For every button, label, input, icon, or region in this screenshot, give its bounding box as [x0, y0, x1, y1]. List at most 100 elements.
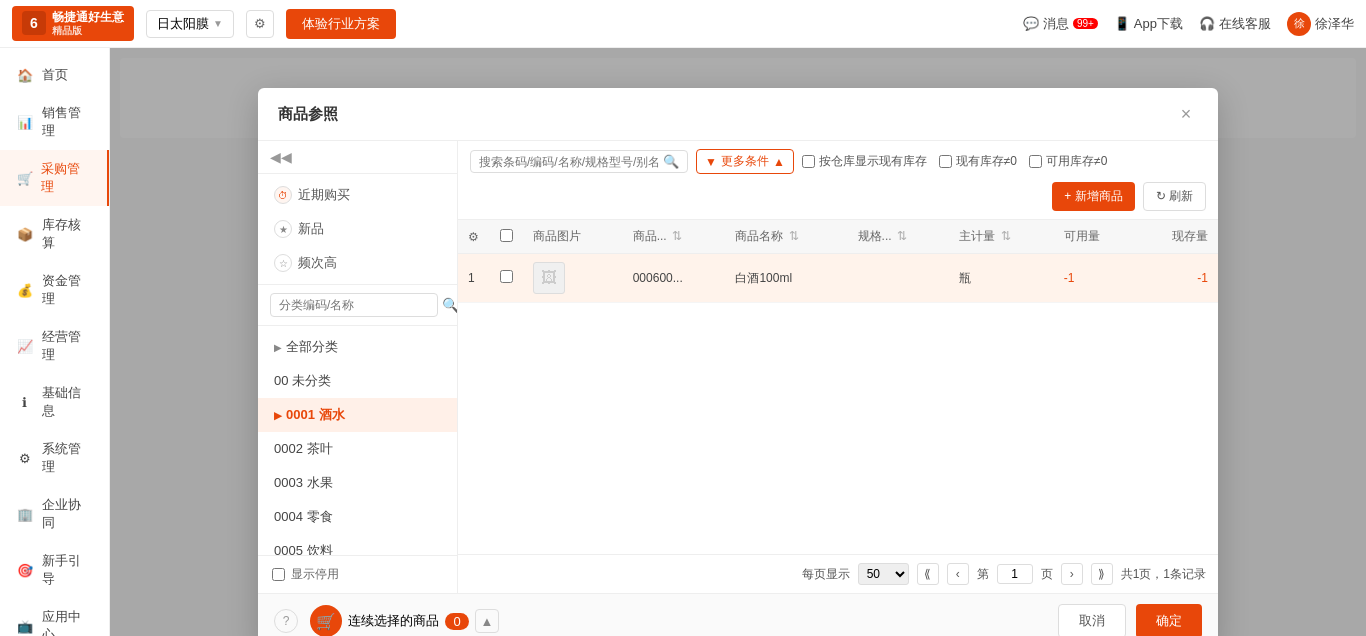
first-page-btn[interactable]: ⟪ — [917, 563, 939, 585]
sidebar-label-home: 首页 — [42, 66, 68, 84]
check-current-stock-input[interactable] — [939, 155, 952, 168]
inventory-icon: 📦 — [16, 225, 34, 243]
dialog-nav-frequent[interactable]: ☆ 频次高 — [258, 246, 457, 280]
sidebar-item-inventory[interactable]: 📦 库存核算 — [0, 206, 109, 262]
sidebar-label-finance: 资金管理 — [42, 272, 93, 308]
check-warehouse-stock-input[interactable] — [802, 155, 815, 168]
category-unclassified[interactable]: 00 未分类 — [258, 364, 457, 398]
row-checkbox[interactable] — [500, 270, 513, 283]
nav-app-download[interactable]: 📱 App下载 — [1114, 15, 1183, 33]
check-warehouse-stock-label: 按仓库显示现有库存 — [819, 153, 927, 170]
nav-recent-label: 近期购买 — [298, 186, 350, 204]
sort-icon-code: ⇅ — [672, 229, 682, 243]
sidebar-item-home[interactable]: 🏠 首页 — [0, 56, 109, 94]
dialog-right-panel: 🔍 ▼ 更多条件 ▲ 按仓库显示现有库存 — [458, 141, 1218, 593]
pagination: 每页显示 50 10 20 100 ⟪ ‹ 第 页 — [458, 554, 1218, 593]
refresh-btn[interactable]: ↻ 刷新 — [1143, 182, 1206, 211]
category-all[interactable]: ▶ 全部分类 — [258, 330, 457, 364]
cancel-button[interactable]: 取消 — [1058, 604, 1126, 636]
logo: 6 畅捷通好生意 精品版 — [12, 6, 134, 40]
category-tea-label: 0002 茶叶 — [274, 440, 333, 458]
th-unit[interactable]: 主计量 ⇅ — [949, 220, 1054, 254]
nav-online-service[interactable]: 🎧 在线客服 — [1199, 15, 1271, 33]
category-fruit[interactable]: 0003 水果 — [258, 466, 457, 500]
cart-icon-button[interactable]: 🛒 — [310, 605, 342, 636]
category-beverage[interactable]: 0005 饮料 — [258, 534, 457, 555]
logo-text: 畅捷通好生意 — [52, 10, 124, 24]
sidebar-item-management[interactable]: 📈 经营管理 — [0, 318, 109, 374]
check-available-stock[interactable]: 可用库存≠0 — [1029, 153, 1107, 170]
sidebar-label-inventory: 库存核算 — [42, 216, 93, 252]
clock-icon: ⏱ — [274, 186, 292, 204]
dialog-close-button[interactable]: × — [1174, 102, 1198, 126]
category-snack-label: 0004 零食 — [274, 508, 333, 526]
sidebar-item-finance[interactable]: 💰 资金管理 — [0, 262, 109, 318]
table-row[interactable]: 1 🖼 000600... 白酒100ml 瓶 — [458, 254, 1218, 303]
experience-btn[interactable]: 体验行业方案 — [286, 9, 396, 39]
topnav: 6 畅捷通好生意 精品版 日太阳膜 ▼ ⚙ 体验行业方案 💬 消息 99+ 📱 … — [0, 0, 1366, 48]
cart-count-badge: 0 — [445, 613, 469, 630]
th-settings[interactable]: ⚙ — [458, 220, 490, 254]
sidebar-label-management: 经营管理 — [42, 328, 93, 364]
sidebar-item-guide[interactable]: 🎯 新手引导 — [0, 542, 109, 598]
prev-page-btn[interactable]: ‹ — [947, 563, 969, 585]
th-check[interactable] — [490, 220, 523, 254]
search-icon[interactable]: 🔍 — [663, 154, 679, 169]
category-snack[interactable]: 0004 零食 — [258, 500, 457, 534]
collapse-left-icon[interactable]: ◀◀ — [270, 149, 292, 165]
app-download-label: App下载 — [1134, 15, 1183, 33]
dialog-title: 商品参照 — [278, 105, 338, 124]
system-icon: ⚙ — [16, 449, 34, 467]
th-name[interactable]: 商品名称 ⇅ — [725, 220, 847, 254]
dialog-toolbar: 🔍 ▼ 更多条件 ▲ 按仓库显示现有库存 — [458, 141, 1218, 220]
product-dialog: 商品参照 × ◀◀ ⏱ 近期购买 — [258, 88, 1218, 636]
category-search-input[interactable] — [270, 293, 438, 317]
message-icon: 💬 — [1023, 16, 1039, 31]
content-area: 商品参照 × ◀◀ ⏱ 近期购买 — [110, 48, 1366, 636]
next-page-btn[interactable]: › — [1061, 563, 1083, 585]
filter-collapse-icon: ▲ — [773, 155, 785, 169]
last-page-btn[interactable]: ⟫ — [1091, 563, 1113, 585]
sidebar-item-purchase[interactable]: 🛒 采购管理 — [0, 150, 109, 206]
category-search-icon[interactable]: 🔍 — [442, 297, 458, 313]
product-search-input[interactable] — [479, 155, 659, 169]
settings-gear-icon[interactable]: ⚙ — [246, 10, 274, 38]
help-button[interactable]: ? — [274, 609, 298, 633]
confirm-button[interactable]: 确定 — [1136, 604, 1202, 636]
category-liquor[interactable]: ▶ 0001 酒水 — [258, 398, 457, 432]
nav-messages[interactable]: 💬 消息 99+ — [1023, 15, 1098, 33]
check-available-stock-input[interactable] — [1029, 155, 1042, 168]
sidebar-item-sales[interactable]: 📊 销售管理 — [0, 94, 109, 150]
category-tea[interactable]: 0002 茶叶 — [258, 432, 457, 466]
cell-available: -1 — [1054, 254, 1136, 303]
enterprise-icon: 🏢 — [16, 505, 34, 523]
page-size-select[interactable]: 50 10 20 100 — [858, 563, 909, 585]
product-table-wrap: ⚙ 商品图片 商品... ⇅ 商品名称 ⇅ 规格... ⇅ 主计量 ⇅ 可用量 — [458, 220, 1218, 554]
th-code[interactable]: 商品... ⇅ — [623, 220, 726, 254]
sidebar-item-apps[interactable]: 📺 应用中心 — [0, 598, 109, 636]
sidebar-item-system[interactable]: ⚙ 系统管理 — [0, 430, 109, 486]
cart-collapse-btn[interactable]: ▲ — [475, 609, 499, 633]
dialog-nav-recent[interactable]: ⏱ 近期购买 — [258, 178, 457, 212]
more-filter-btn[interactable]: ▼ 更多条件 ▲ — [696, 149, 794, 174]
filter-label: 更多条件 — [721, 153, 769, 170]
nav-dropdown[interactable]: 日太阳膜 ▼ — [146, 10, 234, 38]
check-current-stock[interactable]: 现有库存≠0 — [939, 153, 1017, 170]
add-product-btn[interactable]: + 新增商品 — [1052, 182, 1134, 211]
sidebar-label-purchase: 采购管理 — [41, 160, 91, 196]
select-all-checkbox[interactable] — [500, 229, 513, 242]
nav-user[interactable]: 徐 徐泽华 — [1287, 12, 1354, 36]
cell-check[interactable] — [490, 254, 523, 303]
nav-frequent-label: 频次高 — [298, 254, 337, 272]
dialog-overlay: 商品参照 × ◀◀ ⏱ 近期购买 — [110, 48, 1366, 636]
cart-label: 连续选择的商品 — [348, 612, 439, 630]
page-number-input[interactable] — [997, 564, 1033, 584]
check-warehouse-stock[interactable]: 按仓库显示现有库存 — [802, 153, 927, 170]
finance-icon: 💰 — [16, 281, 34, 299]
th-spec[interactable]: 规格... ⇅ — [848, 220, 950, 254]
show-disabled-checkbox[interactable] — [272, 568, 285, 581]
dialog-nav-new[interactable]: ★ 新品 — [258, 212, 457, 246]
filter-checks: 按仓库显示现有库存 现有库存≠0 可用库存≠0 — [802, 153, 1108, 170]
sidebar-item-basicinfo[interactable]: ℹ 基础信息 — [0, 374, 109, 430]
sidebar-item-enterprise[interactable]: 🏢 企业协同 — [0, 486, 109, 542]
